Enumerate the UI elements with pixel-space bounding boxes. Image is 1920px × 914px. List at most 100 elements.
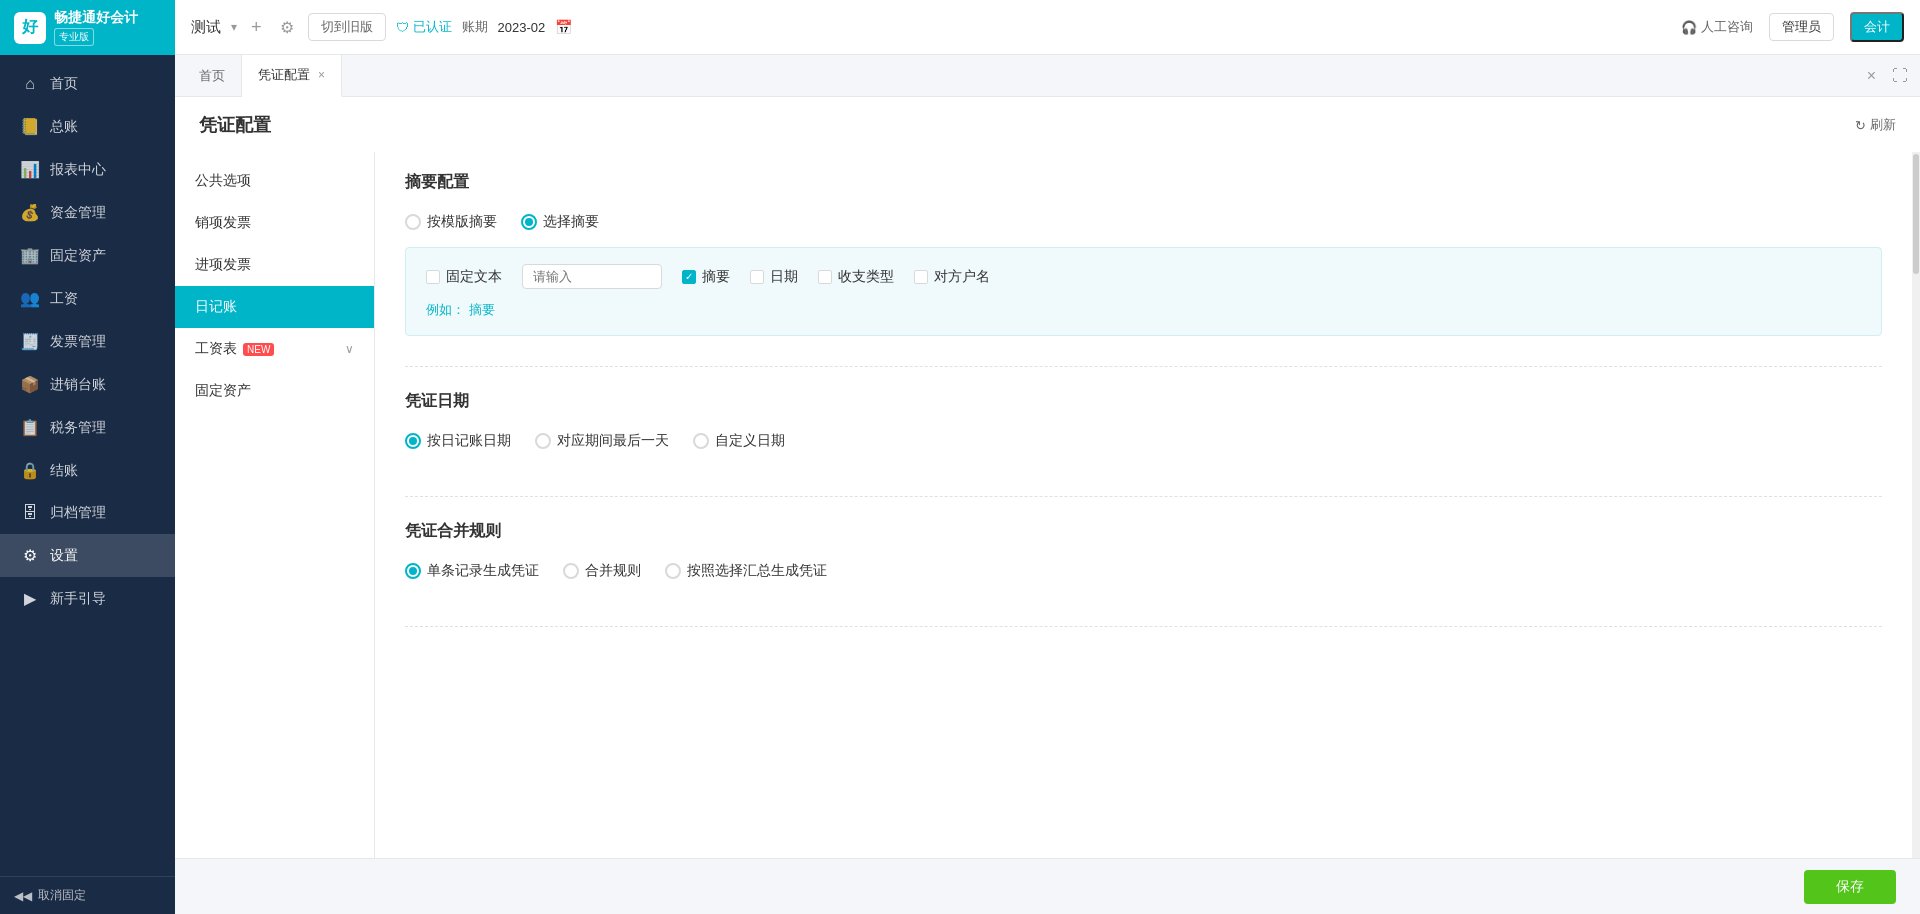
calendar-icon[interactable]: 📅 <box>555 19 572 35</box>
tab-voucher-config[interactable]: 凭证配置 × <box>242 55 342 97</box>
sidebar-item-settings[interactable]: ⚙ 设置 <box>0 534 175 577</box>
period-label: 账期 <box>462 18 488 36</box>
date-radio-group: 按日记账日期 对应期间最后一天 自定义日期 <box>405 432 1882 450</box>
radio-custom-date-label: 自定义日期 <box>715 432 785 450</box>
radio-template-label: 按模版摘要 <box>427 213 497 231</box>
tab-home-label: 首页 <box>199 67 225 85</box>
tab-voucher-config-label: 凭证配置 <box>258 66 310 84</box>
summary-config-section: 摘要配置 按模版摘要 选择摘要 <box>405 172 1882 367</box>
page-header: 凭证配置 ↻ 刷新 <box>175 97 1920 147</box>
topbar-right: 🎧 人工咨询 管理员 会计 <box>1681 12 1904 42</box>
sidebar-item-archive[interactable]: 🗄 归档管理 <box>0 492 175 534</box>
cancel-fixed-button[interactable]: ◀◀ 取消固定 <box>0 876 175 914</box>
admin-button[interactable]: 管理员 <box>1769 13 1834 41</box>
radio-merge-circle <box>563 563 579 579</box>
home-icon: ⌂ <box>20 75 40 93</box>
company-settings-icon[interactable]: ⚙ <box>276 14 298 41</box>
refresh-button[interactable]: ↻ 刷新 <box>1855 116 1896 134</box>
checkbox-fixed-text[interactable]: 固定文本 <box>426 268 502 286</box>
tabbar-actions: × ⛶ <box>1863 63 1912 89</box>
left-nav-item-sales-invoice[interactable]: 销项发票 <box>175 202 374 244</box>
cashtype-checkbox <box>818 270 832 284</box>
sidebar-logo: 好 畅捷通好会计 专业版 <box>0 0 175 55</box>
sidebar-item-funds[interactable]: 💰 资金管理 <box>0 191 175 234</box>
invoice-icon: 🧾 <box>20 332 40 351</box>
sidebar-item-payroll[interactable]: 👥 工资 <box>0 277 175 320</box>
checkbox-cashtype[interactable]: 收支类型 <box>818 268 894 286</box>
accountant-button[interactable]: 会计 <box>1850 12 1904 42</box>
fixed-text-checkbox <box>426 270 440 284</box>
fixed-text-input[interactable] <box>522 264 662 289</box>
radio-journal-label: 按日记账日期 <box>427 432 511 450</box>
merge-section-title: 凭证合并规则 <box>405 521 1882 542</box>
cancel-fixed-icon: ◀◀ <box>14 889 32 903</box>
close-window-icon[interactable]: × <box>1863 63 1880 89</box>
sidebar-item-reports[interactable]: 📊 报表中心 <box>0 148 175 191</box>
reports-icon: 📊 <box>20 160 40 179</box>
sidebar-item-label: 归档管理 <box>50 504 106 522</box>
left-nav-item-public[interactable]: 公共选项 <box>175 160 374 202</box>
sidebar-item-close[interactable]: 🔒 结账 <box>0 449 175 492</box>
sidebar-item-ledger[interactable]: 📒 总账 <box>0 105 175 148</box>
tab-home[interactable]: 首页 <box>183 55 242 97</box>
sidebar: 好 畅捷通好会计 专业版 ⌂ 首页 📒 总账 📊 报表中心 💰 资金管理 🏢 固… <box>0 0 175 914</box>
date-checkbox <box>750 270 764 284</box>
save-button[interactable]: 保存 <box>1804 870 1896 904</box>
merge-radio-group: 单条记录生成凭证 合并规则 按照选择汇总生成凭证 <box>405 562 1882 580</box>
left-nav-item-purchase-invoice[interactable]: 进项发票 <box>175 244 374 286</box>
sidebar-item-label: 固定资产 <box>50 247 106 265</box>
expand-window-icon[interactable]: ⛶ <box>1888 63 1912 89</box>
sidebar-item-label: 总账 <box>50 118 78 136</box>
sidebar-item-tax[interactable]: 📋 税务管理 <box>0 406 175 449</box>
radio-template-circle <box>405 214 421 230</box>
counterpart-label: 对方户名 <box>934 268 990 286</box>
switch-old-version-button[interactable]: 切到旧版 <box>308 13 386 41</box>
ledger-icon: 📒 <box>20 117 40 136</box>
page-title: 凭证配置 <box>199 113 271 137</box>
radio-journal-circle <box>405 433 421 449</box>
radio-template-summary[interactable]: 按模版摘要 <box>405 213 497 231</box>
refresh-icon: ↻ <box>1855 118 1866 133</box>
radio-period-last[interactable]: 对应期间最后一天 <box>535 432 669 450</box>
radio-select-summary[interactable]: 选择摘要 <box>521 213 599 231</box>
consult-button[interactable]: 🎧 人工咨询 <box>1681 18 1753 36</box>
radio-custom-date[interactable]: 自定义日期 <box>693 432 785 450</box>
sidebar-item-guide[interactable]: ▶ 新手引导 <box>0 577 175 620</box>
radio-select-summary[interactable]: 按照选择汇总生成凭证 <box>665 562 827 580</box>
sidebar-item-label: 报表中心 <box>50 161 106 179</box>
radio-select-summary-label: 按照选择汇总生成凭证 <box>687 562 827 580</box>
radio-single-record[interactable]: 单条记录生成凭证 <box>405 562 539 580</box>
tab-close-icon[interactable]: × <box>318 68 325 82</box>
left-nav-item-fixed-assets[interactable]: 固定资产 <box>175 370 374 412</box>
radio-select-label: 选择摘要 <box>543 213 599 231</box>
left-nav-item-journal[interactable]: 日记账 <box>175 286 374 328</box>
checkbox-date[interactable]: 日期 <box>750 268 798 286</box>
radio-period-last-label: 对应期间最后一天 <box>557 432 669 450</box>
sidebar-item-assets[interactable]: 🏢 固定资产 <box>0 234 175 277</box>
side-scrollbar[interactable] <box>1912 152 1920 914</box>
verified-status: 🛡 已认证 <box>396 18 452 36</box>
sidebar-item-purchase[interactable]: 📦 进销台账 <box>0 363 175 406</box>
summary-section-title: 摘要配置 <box>405 172 1882 193</box>
content-wrapper: 凭证配置 ↻ 刷新 公共选项 销项发票 进项发票 日记账 工资表NEW ∨ <box>175 97 1920 914</box>
radio-merge-label: 合并规则 <box>585 562 641 580</box>
main-area: 测试 ▾ + ⚙ 切到旧版 🛡 已认证 账期 2023-02 📅 🎧 人工咨询 … <box>175 0 1920 914</box>
consult-label: 人工咨询 <box>1701 18 1753 36</box>
checkbox-counterpart[interactable]: 对方户名 <box>914 268 990 286</box>
sidebar-item-label: 进销台账 <box>50 376 106 394</box>
radio-journal-date[interactable]: 按日记账日期 <box>405 432 511 450</box>
add-company-icon[interactable]: + <box>247 13 266 42</box>
checkbox-abstract[interactable]: 摘要 <box>682 268 730 286</box>
date-section-title: 凭证日期 <box>405 391 1882 412</box>
tabbar: 首页 凭证配置 × × ⛶ <box>175 55 1920 97</box>
radio-merge-rule[interactable]: 合并规则 <box>563 562 641 580</box>
left-nav-item-payroll-table[interactable]: 工资表NEW ∨ <box>175 328 374 370</box>
logo-icon: 好 <box>14 12 46 44</box>
example-prefix: 例如： <box>426 302 465 317</box>
radio-single-label: 单条记录生成凭证 <box>427 562 539 580</box>
sidebar-item-invoice[interactable]: 🧾 发票管理 <box>0 320 175 363</box>
sidebar-item-label: 资金管理 <box>50 204 106 222</box>
company-dropdown-icon[interactable]: ▾ <box>231 20 237 34</box>
close-period-icon: 🔒 <box>20 461 40 480</box>
sidebar-item-home[interactable]: ⌂ 首页 <box>0 63 175 105</box>
